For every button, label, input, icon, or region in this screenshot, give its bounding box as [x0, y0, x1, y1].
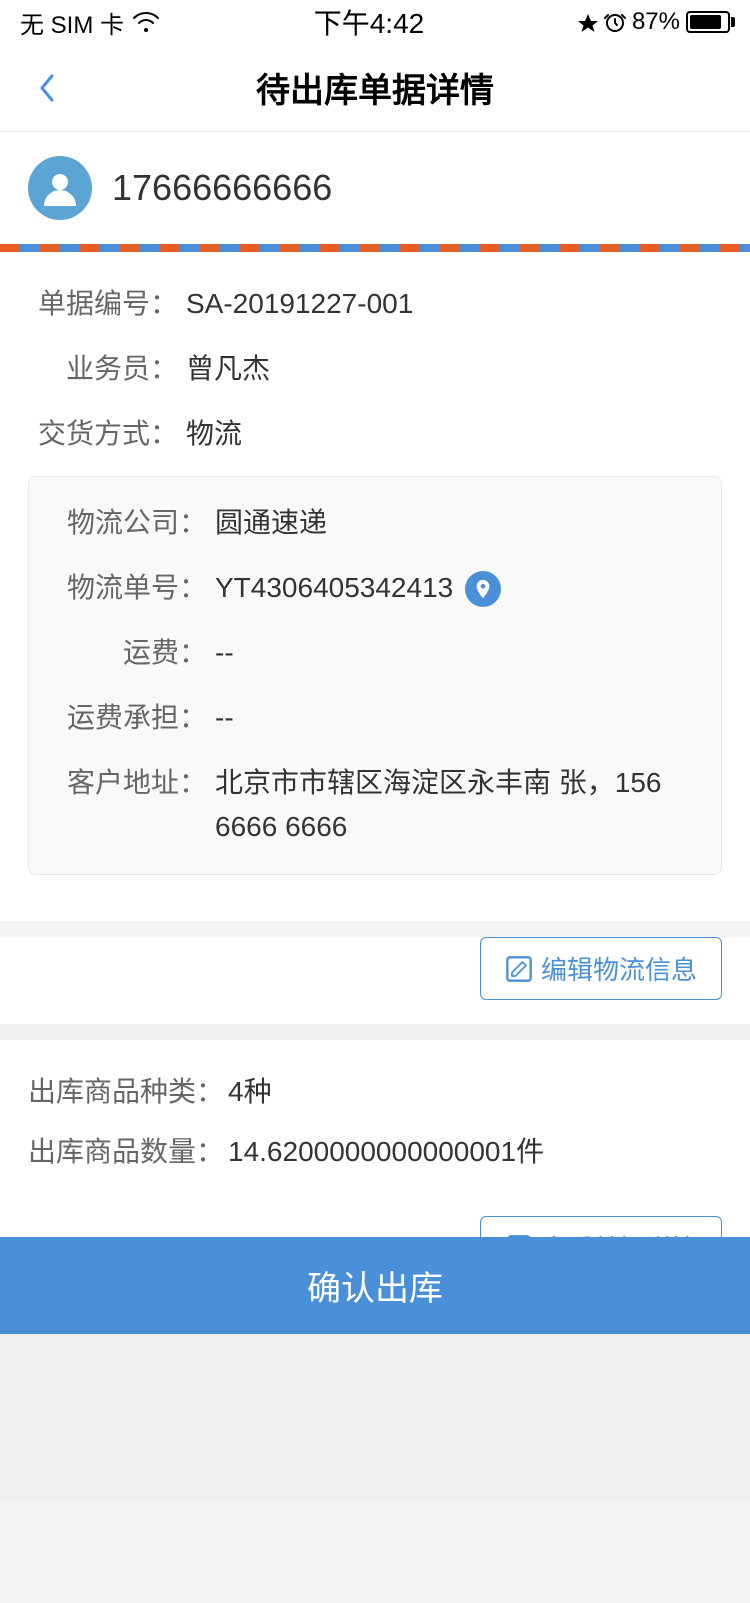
logistics-tracking-value-row: YT43064053424​13	[215, 566, 693, 611]
edit-logistics-label: 编辑物流信息	[541, 950, 697, 987]
logistics-company-row: 物流公司： 圆通速递	[57, 501, 693, 546]
goods-section: 出库商品种类： 4种 出库商品数量： 14.62000000000000​01件	[0, 1040, 750, 1200]
freight-bear-label: 运费承担：	[57, 696, 207, 741]
customer-section: 17666666666	[0, 132, 750, 244]
goods-quantity-value: 14.62000000000000​01件	[228, 1130, 544, 1170]
delivery-label: 交货方式：	[28, 412, 178, 457]
logistics-company-label: 物流公司：	[57, 501, 207, 546]
freight-label: 运费：	[57, 631, 207, 676]
order-info-section: 单据编号： SA-20191227-001 业务员： 曾凡杰 交货方式： 物流 …	[0, 252, 750, 921]
back-button[interactable]	[28, 68, 68, 108]
alarm-icon	[604, 11, 626, 33]
staff-label: 业务员：	[28, 347, 178, 392]
delivery-row: 交货方式： 物流	[28, 412, 722, 457]
logistics-company-value: 圆通速递	[215, 501, 693, 546]
customer-phone: 17666666666	[112, 167, 332, 209]
page-title: 待出库单据详情	[256, 63, 494, 112]
page-content: 17666666666 单据编号： SA-20191227-001 业务员： 曾…	[0, 132, 750, 1603]
status-left: 无 SIM 卡	[20, 5, 160, 40]
goods-quantity-label: 出库商品数量：	[28, 1130, 228, 1170]
freight-bear-row: 运费承担： --	[57, 696, 693, 741]
goods-type-label: 出库商品种类：	[28, 1070, 228, 1110]
status-right: 87%	[578, 8, 730, 36]
order-number-label: 单据编号：	[28, 282, 178, 327]
logistics-card: 物流公司： 圆通速递 物流单号： YT43064053424​13 运费： --	[28, 476, 722, 875]
section-separator-1	[0, 1024, 750, 1040]
carrier-text: 无 SIM 卡	[20, 5, 124, 40]
edit-btn-row: 编辑物流信息	[0, 937, 750, 1024]
goods-type-value: 4种	[228, 1070, 272, 1110]
logistics-tracking-label: 物流单号：	[57, 566, 207, 611]
logistics-tracking-value: YT43064053424​13	[215, 566, 453, 611]
goods-type-row: 出库商品种类： 4种	[28, 1070, 722, 1110]
confirm-btn-text: 确认出库	[307, 1261, 443, 1310]
confirm-button[interactable]: 确认出库	[0, 1237, 750, 1334]
freight-row: 运费： --	[57, 631, 693, 676]
battery-icon	[686, 11, 730, 33]
address-row: 客户地址： 北京市市辖区海淀区永丰南 张，156 6666 6666	[57, 761, 693, 851]
staff-value: 曾凡杰	[186, 347, 722, 392]
dashed-divider	[0, 244, 750, 252]
gps-icon	[578, 12, 598, 32]
battery-percentage: 87%	[632, 8, 680, 36]
edit-icon	[505, 955, 533, 983]
address-label: 客户地址：	[57, 761, 207, 806]
status-time: 下午4:42	[314, 2, 425, 42]
freight-bear-value: --	[215, 696, 693, 741]
nav-bar: 待出库单据详情	[0, 44, 750, 132]
wifi-icon	[132, 12, 160, 32]
location-icon[interactable]	[465, 571, 501, 607]
order-number-value: SA-20191227-001	[186, 282, 722, 327]
order-number-row: 单据编号： SA-20191227-001	[28, 282, 722, 327]
logistics-tracking-row: 物流单号： YT43064053424​13	[57, 566, 693, 611]
avatar	[28, 156, 92, 220]
edit-logistics-button[interactable]: 编辑物流信息	[480, 937, 722, 1000]
status-bar: 无 SIM 卡 下午4:42 87%	[0, 0, 750, 44]
freight-value: --	[215, 631, 693, 676]
delivery-value: 物流	[186, 412, 722, 457]
address-value: 北京市市辖区海淀区永丰南 张，156 6666 6666	[215, 761, 693, 851]
staff-row: 业务员： 曾凡杰	[28, 347, 722, 392]
goods-quantity-row: 出库商品数量： 14.62000000000000​01件	[28, 1130, 722, 1170]
